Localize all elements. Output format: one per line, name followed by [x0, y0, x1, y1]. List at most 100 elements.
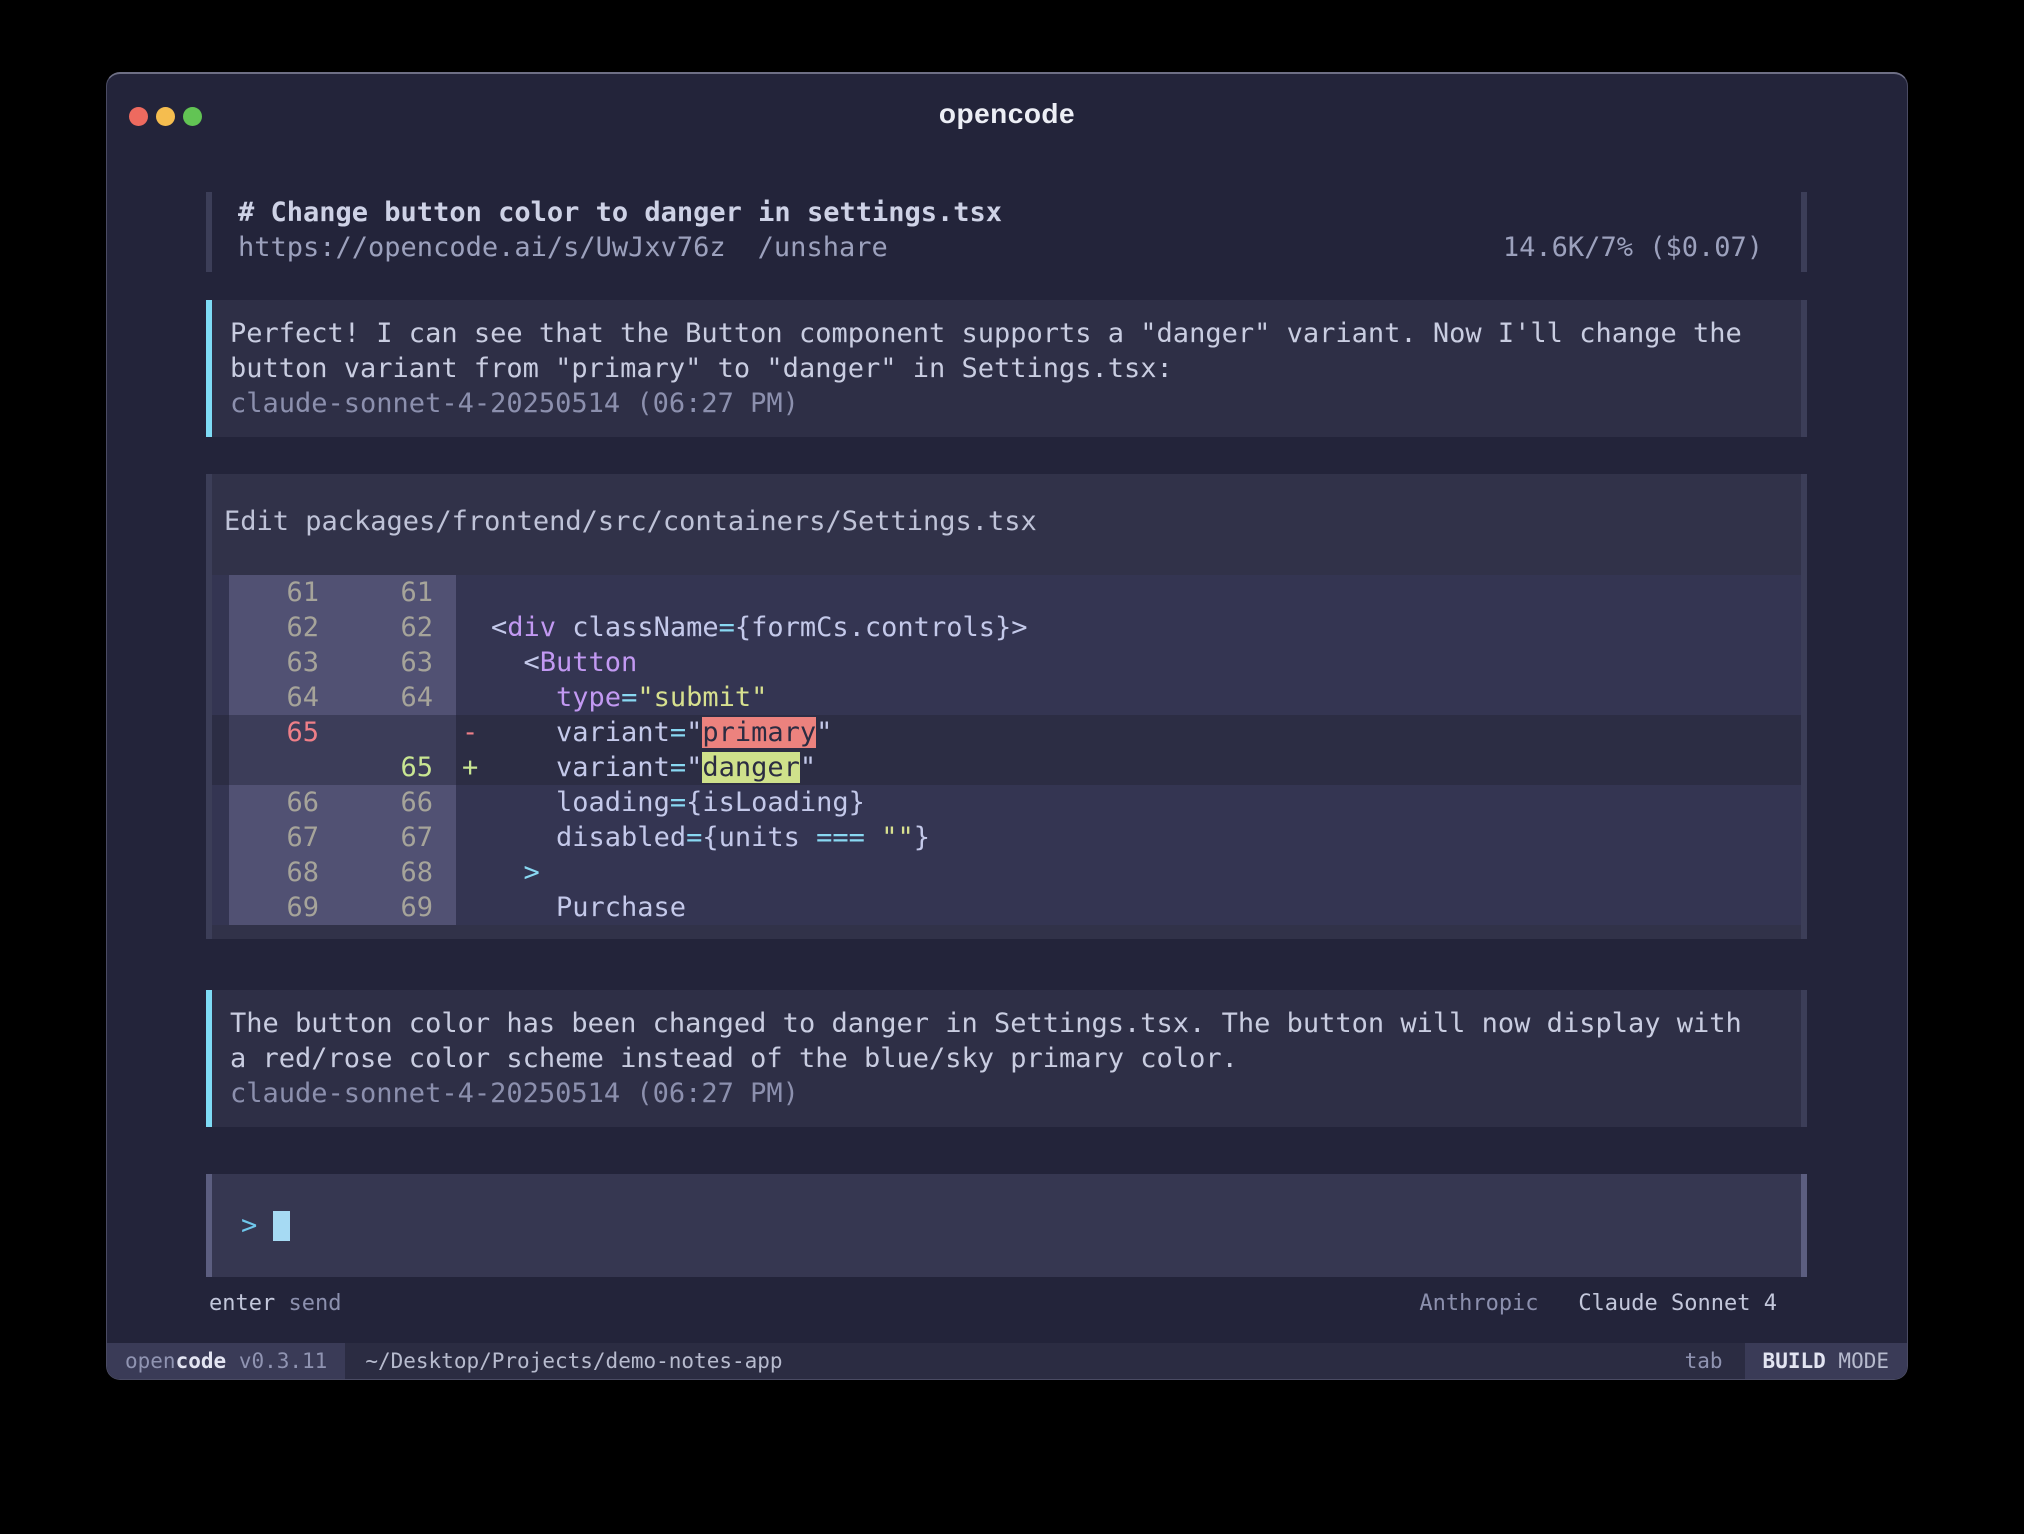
message-model-meta: claude-sonnet-4-20250514 (06:27 PM)	[230, 1076, 1763, 1111]
diff-code-line: loading={isLoading}	[491, 785, 1801, 820]
window-title: opencode	[107, 98, 1907, 130]
diff-code-line	[491, 575, 1801, 610]
diff-new-line-number: 64	[339, 680, 456, 715]
diff-row: 65+ variant="danger"	[212, 750, 1801, 785]
status-bar: opencode v0.3.11 ~/Desktop/Projects/demo…	[107, 1343, 1907, 1379]
code-token: loading	[556, 787, 670, 818]
code-token: Button	[540, 647, 638, 678]
message-model-meta: claude-sonnet-4-20250514 (06:27 PM)	[230, 386, 1763, 421]
code-token: "	[816, 717, 832, 748]
diff-change-marker	[456, 785, 491, 820]
mode-name: BUILD	[1763, 1349, 1826, 1373]
app-name-code: code	[176, 1349, 227, 1373]
opencode-window: opencode # Change button color to danger…	[106, 72, 1908, 1380]
code-token: variant	[556, 752, 670, 783]
diff-new-line-number	[339, 715, 456, 750]
code-token: className	[556, 612, 719, 643]
diff-gutter-spacer	[212, 715, 229, 750]
working-directory: ~/Desktop/Projects/demo-notes-app	[365, 1349, 782, 1373]
code-token: <	[491, 612, 507, 643]
diff-new-line-number: 67	[339, 820, 456, 855]
code-token: "	[686, 752, 702, 783]
code-token: =	[670, 717, 686, 748]
code-token: danger	[702, 752, 800, 783]
code-token: {units	[702, 822, 816, 853]
code-token: "	[686, 717, 702, 748]
code-token	[491, 787, 556, 818]
diff-old-line-number: 63	[229, 645, 339, 680]
share-url-link[interactable]: https://opencode.ai/s/UwJxv76z	[238, 230, 726, 265]
diff-new-line-number: 68	[339, 855, 456, 890]
code-token	[491, 822, 556, 853]
input-right-border	[1801, 1174, 1807, 1277]
app-version-segment: opencode v0.3.11	[107, 1343, 345, 1379]
edit-tool-title: Edit packages/frontend/src/containers/Se…	[224, 504, 1801, 539]
token-usage-stats: 14.6K/7% ($0.07)	[1503, 230, 1763, 265]
header-right-border	[1801, 192, 1807, 272]
app-version: v0.3.11	[239, 1349, 328, 1373]
code-token	[491, 717, 556, 748]
code-token: variant	[556, 717, 670, 748]
diff-change-marker	[456, 575, 491, 610]
send-hint-label: send	[288, 1291, 341, 1316]
code-token: Purchase	[491, 892, 686, 923]
mode-segment[interactable]: BUILD MODE	[1745, 1343, 1907, 1379]
code-token: =	[670, 787, 686, 818]
code-token	[491, 682, 556, 713]
edit-right-border	[1801, 474, 1807, 939]
assistant-message: Perfect! I can see that the Button compo…	[206, 300, 1807, 437]
session-header: # Change button color to danger in setti…	[206, 192, 1807, 272]
diff-change-marker	[456, 855, 491, 890]
diff-code-line: <Button	[491, 645, 1801, 680]
diff-code-line: disabled={units === ""}	[491, 820, 1801, 855]
model-label: Claude Sonnet 4	[1578, 1291, 1777, 1316]
provider-label: Anthropic	[1419, 1291, 1538, 1316]
diff-new-line-number: 65	[339, 750, 456, 785]
code-token: >	[1011, 612, 1027, 643]
diff-gutter-spacer	[212, 820, 229, 855]
diff-gutter-spacer	[212, 890, 229, 925]
code-token: ""	[881, 822, 914, 853]
unshare-command[interactable]: /unshare	[758, 230, 888, 265]
diff-old-line-number: 68	[229, 855, 339, 890]
code-token: <	[491, 647, 540, 678]
diff-row: 65- variant="primary"	[212, 715, 1801, 750]
diff-row: 6666 loading={isLoading}	[212, 785, 1801, 820]
diff-row: 6363 <Button	[212, 645, 1801, 680]
title-bar: opencode	[107, 74, 1907, 136]
code-token: }	[914, 822, 930, 853]
diff-row: 6868 >	[212, 855, 1801, 890]
code-token: primary	[702, 717, 816, 748]
enter-action-hint	[275, 1291, 288, 1316]
diff-code-line: <div className={formCs.controls}>	[491, 610, 1801, 645]
diff-old-line-number: 64	[229, 680, 339, 715]
edit-tool-card: Edit packages/frontend/src/containers/Se…	[206, 474, 1807, 939]
diff-old-line-number: 66	[229, 785, 339, 820]
diff-new-line-number: 69	[339, 890, 456, 925]
code-token: div	[507, 612, 556, 643]
prompt-input[interactable]: >	[206, 1174, 1807, 1277]
diff-row: 6767 disabled={units === ""}	[212, 820, 1801, 855]
diff-old-line-number: 61	[229, 575, 339, 610]
diff-old-line-number: 65	[229, 715, 339, 750]
diff-change-marker	[456, 610, 491, 645]
code-token: ===	[816, 822, 865, 853]
diff-change-marker	[456, 820, 491, 855]
diff-code-line: Purchase	[491, 890, 1801, 925]
diff-row: 6161	[212, 575, 1801, 610]
code-token: {formCs.controls}	[735, 612, 1011, 643]
diff-new-line-number: 62	[339, 610, 456, 645]
diff-old-line-number: 69	[229, 890, 339, 925]
hint-row: enter send Anthropic Claude Sonnet 4	[206, 1286, 1807, 1321]
diff-new-line-number: 66	[339, 785, 456, 820]
diff-change-marker	[456, 645, 491, 680]
diff-row: 6464 type="submit"	[212, 680, 1801, 715]
desktop: { "window": { "title": "opencode" }, "he…	[0, 0, 2024, 1534]
mode-suffix: MODE	[1838, 1349, 1889, 1373]
app-name-open: open	[125, 1349, 176, 1373]
message-text-line: button variant from "primary" to "danger…	[230, 351, 1763, 386]
message-right-border	[1801, 990, 1807, 1127]
diff-gutter-spacer	[212, 680, 229, 715]
diff-old-line-number	[229, 750, 339, 785]
code-token: >	[491, 857, 540, 888]
